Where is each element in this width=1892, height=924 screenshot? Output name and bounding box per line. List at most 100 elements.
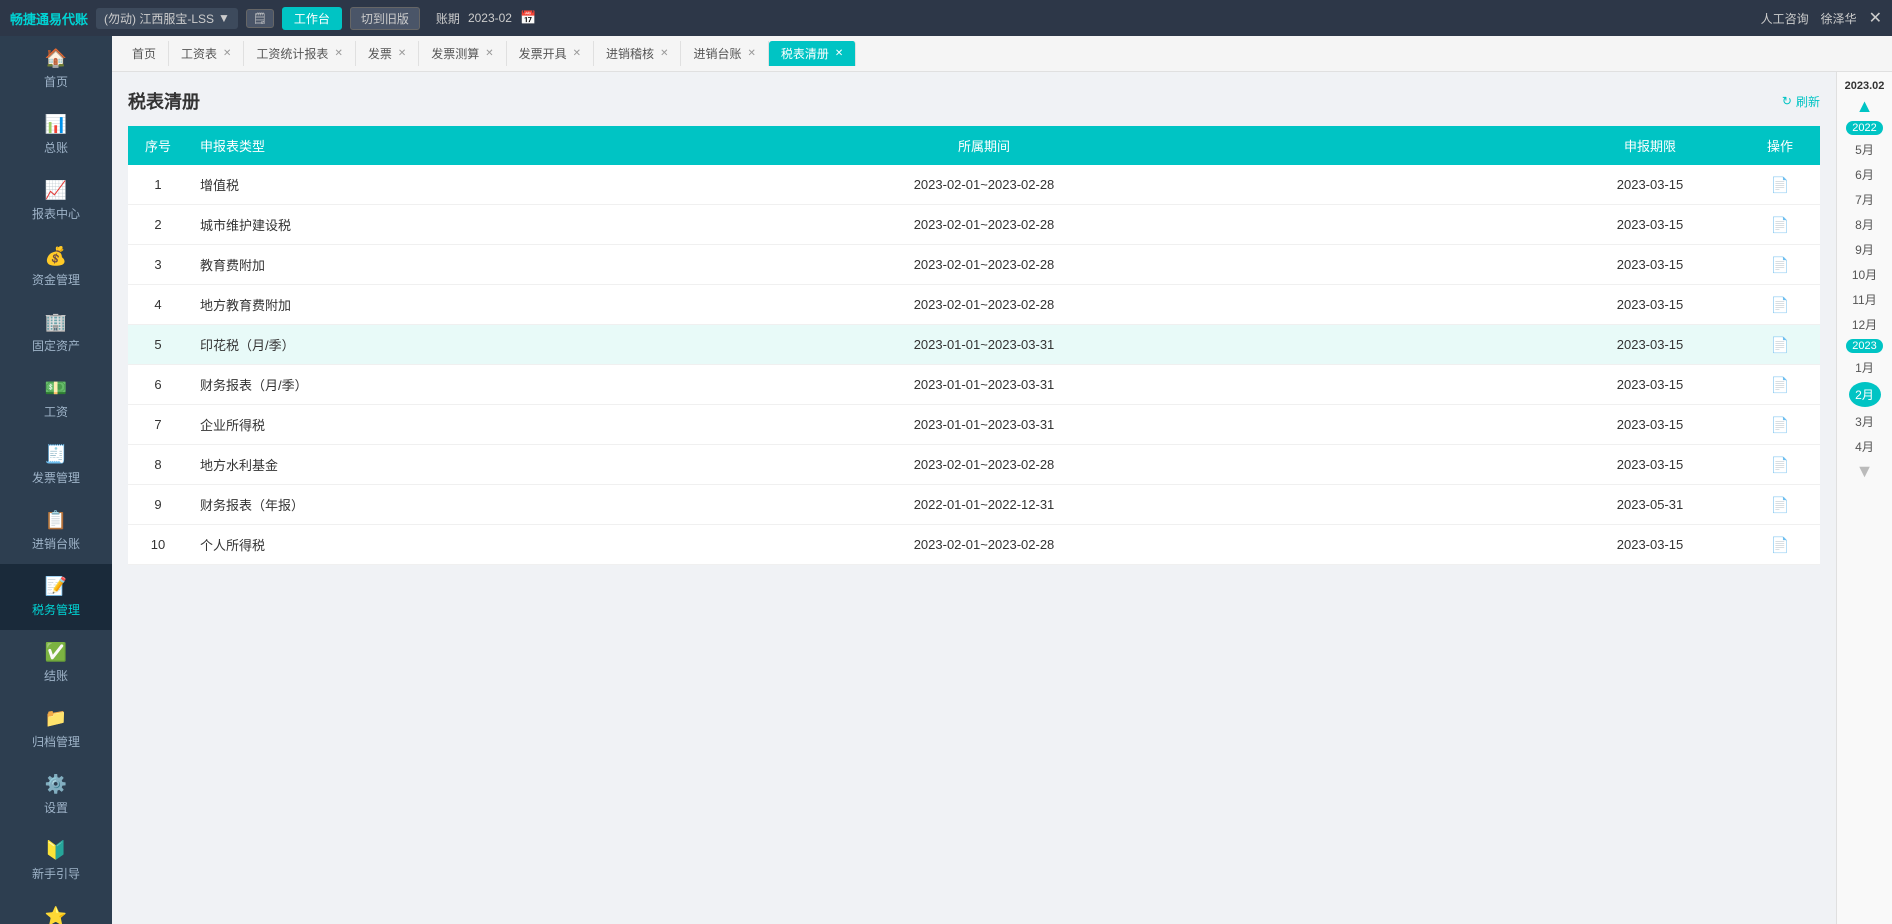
calendar-icon[interactable]: 📅 xyxy=(520,10,536,26)
sidebar-item-settle[interactable]: ✅ 结账 xyxy=(0,630,112,696)
calendar-panel: 2023.02 ▲ 2022 5月 6月 7月 8月 9月 10月 11月 12… xyxy=(1836,72,1892,924)
month-2023-04[interactable]: 4月 xyxy=(1837,434,1892,459)
cell-action[interactable]: 📄 xyxy=(1740,245,1820,285)
tab-home[interactable]: 首页 xyxy=(120,41,169,66)
top-bar: 畅捷通易代账 (勿动) 江西服宝-LSS ▼ 🗒 工作台 切到旧版 账期 202… xyxy=(0,0,1892,36)
month-2023-02[interactable]: 2月 xyxy=(1849,382,1881,407)
sidebar-item-fund[interactable]: 💰 资金管理 xyxy=(0,234,112,300)
sidebar-label-asset: 固定资产 xyxy=(32,337,80,354)
month-2023-03[interactable]: 3月 xyxy=(1837,409,1892,434)
cell-action[interactable]: 📄 xyxy=(1740,325,1820,365)
view-icon[interactable]: 📄 xyxy=(1771,257,1790,274)
view-icon[interactable]: 📄 xyxy=(1771,377,1790,394)
calendar-nav-down[interactable]: ▼ xyxy=(1856,461,1874,482)
sidebar-item-invoice[interactable]: 🧾 发票管理 xyxy=(0,432,112,498)
sidebar-item-purchase[interactable]: 📋 进销台账 xyxy=(0,498,112,564)
month-2023-01[interactable]: 1月 xyxy=(1837,355,1892,380)
tab-purchase-audit[interactable]: 进销稽核 ✕ xyxy=(594,41,681,66)
view-icon[interactable]: 📄 xyxy=(1771,497,1790,514)
workbench-button[interactable]: 工作台 xyxy=(282,7,342,30)
tab-tax-register[interactable]: 税表清册 ✕ xyxy=(769,41,856,66)
copy-button[interactable]: 🗒 xyxy=(246,9,274,28)
sidebar-label-tax: 税务管理 xyxy=(32,601,80,618)
cell-no: 2 xyxy=(128,205,188,245)
refresh-button[interactable]: ↻ 刷新 xyxy=(1782,93,1820,110)
view-icon[interactable]: 📄 xyxy=(1771,177,1790,194)
cell-type: 财务报表（月/季） xyxy=(188,365,408,405)
cell-no: 7 xyxy=(128,405,188,445)
tab-invoice-close[interactable]: ✕ xyxy=(398,48,406,59)
table-row: 10个人所得税2023-02-01~2023-02-282023-03-15📄 xyxy=(128,525,1820,565)
sidebar-item-asset[interactable]: 🏢 固定资产 xyxy=(0,300,112,366)
view-icon[interactable]: 📄 xyxy=(1771,417,1790,434)
ai-consult[interactable]: 人工咨询 xyxy=(1761,10,1809,27)
tab-invoice-calc[interactable]: 发票测算 ✕ xyxy=(419,41,506,66)
cell-action[interactable]: 📄 xyxy=(1740,485,1820,525)
cell-type: 地方教育费附加 xyxy=(188,285,408,325)
tab-salary[interactable]: 工资表 ✕ xyxy=(169,41,244,66)
tab-purchase-ledger-close[interactable]: ✕ xyxy=(747,48,755,59)
cell-action[interactable]: 📄 xyxy=(1740,165,1820,205)
sidebar-item-guide[interactable]: 🔰 新手引导 xyxy=(0,828,112,894)
sidebar-item-salary[interactable]: 💵 工资 xyxy=(0,366,112,432)
tab-invoice[interactable]: 发票 ✕ xyxy=(356,41,419,66)
username[interactable]: 徐泽华 xyxy=(1821,10,1857,27)
col-deadline: 申报期限 xyxy=(1560,126,1740,165)
tab-invoice-open-close[interactable]: ✕ xyxy=(573,48,581,59)
table-header-row: 序号 申报表类型 所属期间 申报期限 操作 xyxy=(128,126,1820,165)
view-icon[interactable]: 📄 xyxy=(1771,217,1790,234)
tab-purchase-audit-close[interactable]: ✕ xyxy=(660,48,668,59)
cell-type: 城市维护建设税 xyxy=(188,205,408,245)
month-2022-11[interactable]: 11月 xyxy=(1837,287,1892,312)
cell-no: 4 xyxy=(128,285,188,325)
month-2022-10[interactable]: 10月 xyxy=(1837,262,1892,287)
table-row: 4地方教育费附加2023-02-01~2023-02-282023-03-15📄 xyxy=(128,285,1820,325)
month-2022-06[interactable]: 6月 xyxy=(1837,162,1892,187)
tab-salary-stat-close[interactable]: ✕ xyxy=(334,48,342,59)
tab-salary-stat[interactable]: 工资统计报表 ✕ xyxy=(244,41,355,66)
month-2022-09[interactable]: 9月 xyxy=(1837,237,1892,262)
sidebar: 🏠 首页 📊 总账 📈 报表中心 💰 资金管理 🏢 固定资产 💵 工资 🧾 发票… xyxy=(0,36,112,924)
month-2022-05[interactable]: 5月 xyxy=(1837,137,1892,162)
cell-action[interactable]: 📄 xyxy=(1740,445,1820,485)
calendar-nav-up[interactable]: ▲ xyxy=(1856,96,1874,117)
sidebar-item-setting[interactable]: ⚙️ 设置 xyxy=(0,762,112,828)
sidebar-item-report[interactable]: 📈 报表中心 xyxy=(0,168,112,234)
cell-no: 6 xyxy=(128,365,188,405)
sidebar-item-home[interactable]: 🏠 首页 xyxy=(0,36,112,102)
sidebar-item-archive[interactable]: 📁 归档管理 xyxy=(0,696,112,762)
cell-action[interactable]: 📄 xyxy=(1740,205,1820,245)
tab-purchase-ledger[interactable]: 进销台账 ✕ xyxy=(681,41,768,66)
close-icon[interactable]: ✕ xyxy=(1869,8,1882,28)
view-icon[interactable]: 📄 xyxy=(1771,297,1790,314)
table-row: 6财务报表（月/季）2023-01-01~2023-03-312023-03-1… xyxy=(128,365,1820,405)
company-name: (勿动) 江西服宝-LSS xyxy=(104,10,214,27)
tab-invoice-calc-label: 发票测算 xyxy=(431,45,479,62)
sidebar-item-ledger[interactable]: 📊 总账 xyxy=(0,102,112,168)
sidebar-item-vip[interactable]: ⭐ 畅会员 xyxy=(0,894,112,924)
col-action: 操作 xyxy=(1740,126,1820,165)
view-icon[interactable]: 📄 xyxy=(1771,457,1790,474)
tab-salary-close[interactable]: ✕ xyxy=(223,48,231,59)
cell-action[interactable]: 📄 xyxy=(1740,285,1820,325)
tab-invoice-label: 发票 xyxy=(368,45,392,62)
year-section-2022: 2022 5月 6月 7月 8月 9月 10月 11月 12月 xyxy=(1837,119,1892,337)
tab-invoice-open-label: 发票开具 xyxy=(519,45,567,62)
tab-invoice-calc-close[interactable]: ✕ xyxy=(485,48,493,59)
company-selector[interactable]: (勿动) 江西服宝-LSS ▼ xyxy=(96,8,238,29)
month-2022-08[interactable]: 8月 xyxy=(1837,212,1892,237)
cell-action[interactable]: 📄 xyxy=(1740,365,1820,405)
tab-invoice-open[interactable]: 发票开具 ✕ xyxy=(507,41,594,66)
tab-tax-register-close[interactable]: ✕ xyxy=(835,48,843,59)
year-section-2023: 2023 1月 2月 3月 4月 xyxy=(1837,337,1892,459)
cell-action[interactable]: 📄 xyxy=(1740,405,1820,445)
switch-button[interactable]: 切到旧版 xyxy=(350,7,420,30)
sidebar-item-tax[interactable]: 📝 税务管理 xyxy=(0,564,112,630)
cell-action[interactable]: 📄 xyxy=(1740,525,1820,565)
month-2022-12[interactable]: 12月 xyxy=(1837,312,1892,337)
sidebar-label-archive: 归档管理 xyxy=(32,733,80,750)
view-icon[interactable]: 📄 xyxy=(1771,537,1790,554)
cell-period: 2022-01-01~2022-12-31 xyxy=(408,485,1560,525)
month-2022-07[interactable]: 7月 xyxy=(1837,187,1892,212)
view-icon[interactable]: 📄 xyxy=(1771,337,1790,354)
